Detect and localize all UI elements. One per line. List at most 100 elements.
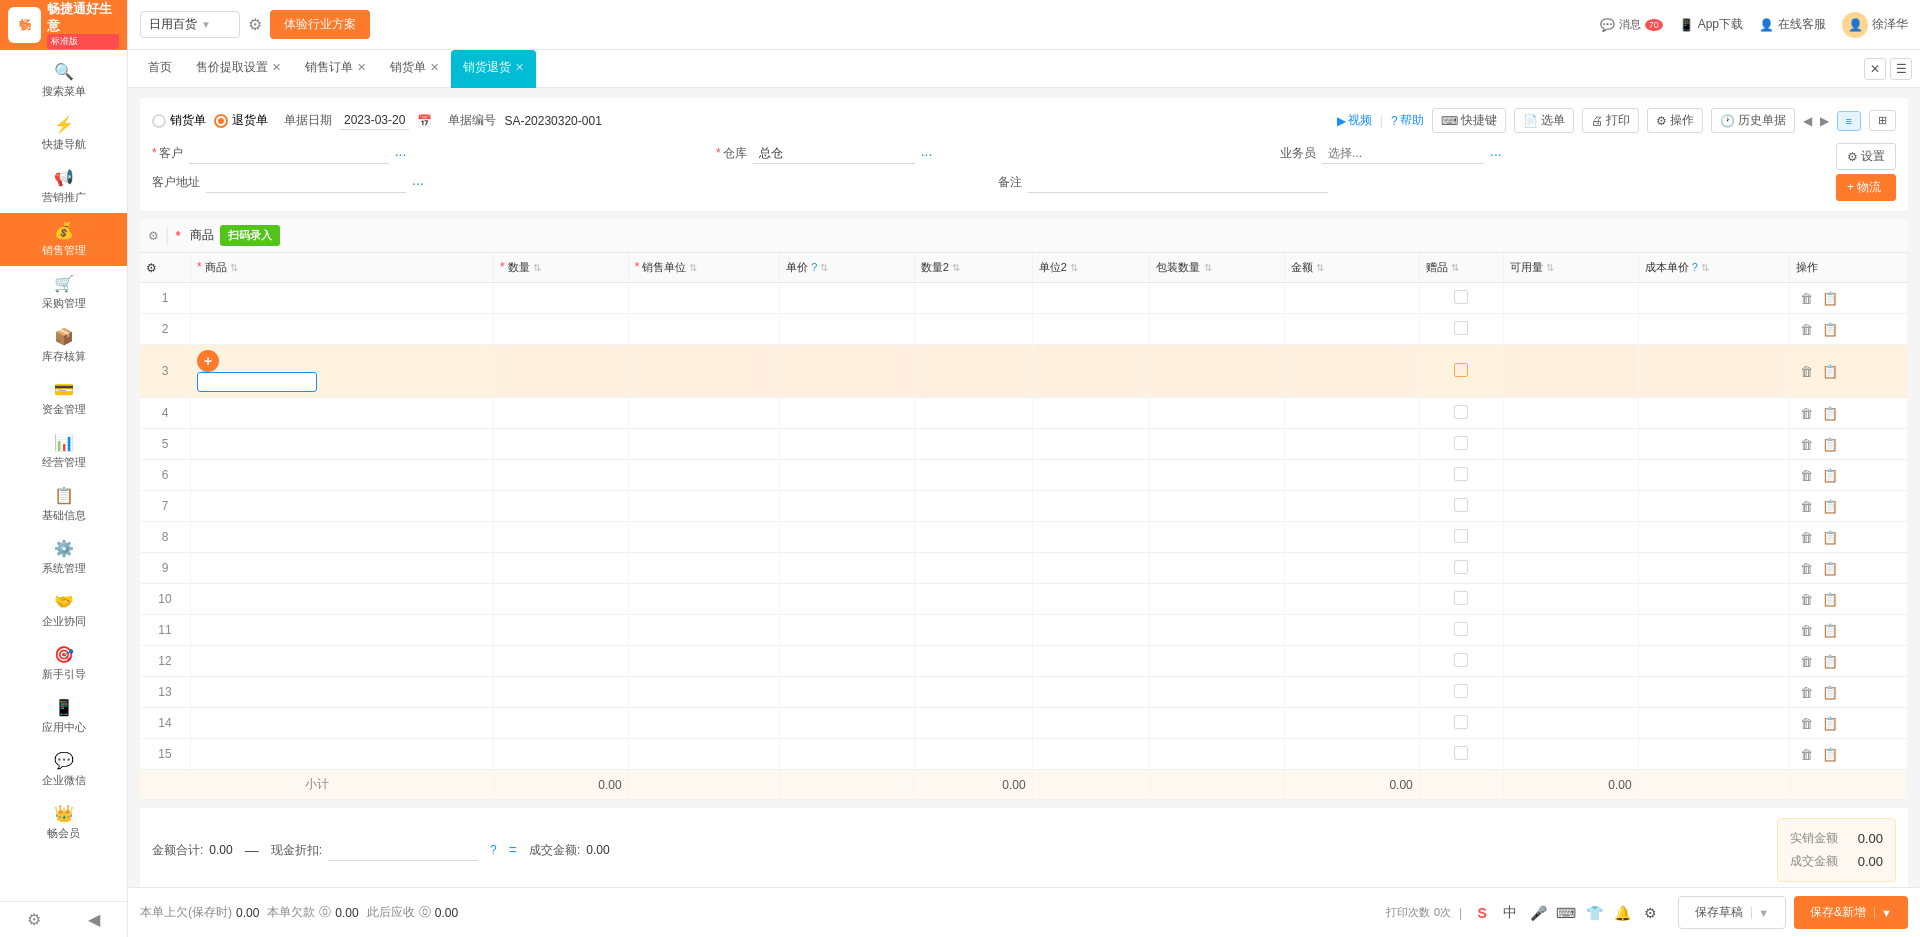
sidebar-settings-icon[interactable]: ⚙: [27, 910, 41, 929]
quantity-cell[interactable]: [494, 553, 629, 584]
product-cell[interactable]: [191, 314, 494, 345]
unit2-cell[interactable]: [1032, 314, 1150, 345]
sidebar-item-apps[interactable]: 📱 应用中心: [0, 690, 127, 743]
app-download-button[interactable]: 📱 App下载: [1679, 16, 1743, 33]
tab-price-close-icon[interactable]: ✕: [272, 61, 281, 74]
gift-checkbox[interactable]: [1454, 684, 1468, 698]
pack-qty-cell[interactable]: [1150, 708, 1285, 739]
delete-row-icon[interactable]: 🗑: [1796, 744, 1816, 764]
addr-select-icon[interactable]: ···: [412, 175, 424, 191]
salesperson-select-icon[interactable]: ···: [1490, 146, 1502, 162]
amount-cell[interactable]: [1285, 739, 1420, 770]
available-cell[interactable]: [1503, 314, 1638, 345]
cost-price-cell[interactable]: [1638, 398, 1790, 429]
sale-unit-cell[interactable]: [628, 708, 780, 739]
product-cell[interactable]: [191, 553, 494, 584]
unit-price-cell[interactable]: [780, 677, 915, 708]
add-row-button[interactable]: +: [197, 350, 219, 372]
copy-row-icon[interactable]: 📋: [1820, 589, 1840, 609]
unit-price-help-icon[interactable]: ?: [811, 261, 817, 273]
available-cell[interactable]: [1503, 429, 1638, 460]
gift-sort-icon[interactable]: ⇅: [1451, 262, 1459, 273]
unit2-cell[interactable]: [1032, 553, 1150, 584]
qty2-sort-icon[interactable]: ⇅: [952, 262, 960, 273]
discount-input[interactable]: [328, 840, 478, 861]
sale-unit-cell[interactable]: [628, 345, 780, 398]
view-toggle-grid[interactable]: ⊞: [1869, 110, 1896, 131]
qty2-cell[interactable]: [914, 615, 1032, 646]
operation-button[interactable]: ⚙ 操作: [1647, 108, 1703, 133]
print-button[interactable]: 🖨 打印: [1582, 108, 1639, 133]
unit2-cell[interactable]: [1032, 615, 1150, 646]
unit2-cell[interactable]: [1032, 345, 1150, 398]
pack-qty-cell[interactable]: [1150, 398, 1285, 429]
unit-price-cell[interactable]: [780, 460, 915, 491]
amount-cell[interactable]: [1285, 314, 1420, 345]
sale-unit-cell[interactable]: [628, 677, 780, 708]
pack-sort-icon[interactable]: ⇅: [1204, 262, 1212, 273]
amount-cell[interactable]: [1285, 398, 1420, 429]
sale-unit-cell[interactable]: [628, 584, 780, 615]
cost-price-cell[interactable]: [1638, 491, 1790, 522]
shortcut-button[interactable]: ⌨ 快捷键: [1432, 108, 1506, 133]
qty2-cell[interactable]: [914, 460, 1032, 491]
quantity-cell[interactable]: [494, 314, 629, 345]
product-cell[interactable]: [191, 584, 494, 615]
equals-sign[interactable]: =: [509, 842, 517, 858]
tab-sales-return[interactable]: 销货退货 ✕: [451, 50, 536, 88]
cost-price-cell[interactable]: [1638, 584, 1790, 615]
unit-price-cell[interactable]: [780, 491, 915, 522]
available-cell[interactable]: [1503, 615, 1638, 646]
amount-cell[interactable]: [1285, 283, 1420, 314]
unit2-cell[interactable]: [1032, 646, 1150, 677]
unit-price-cell[interactable]: [780, 739, 915, 770]
customer-select-icon[interactable]: ···: [395, 146, 407, 162]
dropdown-arrow-icon[interactable]: ▼: [1751, 907, 1769, 919]
sidebar-collapse-icon[interactable]: ◀: [88, 910, 100, 929]
amount-cell[interactable]: [1285, 522, 1420, 553]
product-cell[interactable]: [191, 429, 494, 460]
tab-delivery-close-icon[interactable]: ✕: [430, 61, 439, 74]
delete-row-icon[interactable]: 🗑: [1796, 713, 1816, 733]
topbar-settings-icon[interactable]: ⚙: [248, 15, 262, 34]
view-toggle-list[interactable]: ≡: [1837, 111, 1861, 131]
pack-qty-cell[interactable]: [1150, 615, 1285, 646]
unit-price-cell[interactable]: [780, 708, 915, 739]
delete-row-icon[interactable]: 🗑: [1796, 319, 1816, 339]
available-cell[interactable]: [1503, 398, 1638, 429]
unit-price-cell[interactable]: [780, 429, 915, 460]
customer-input[interactable]: [189, 143, 389, 164]
col-settings-icon[interactable]: ⚙: [146, 261, 157, 275]
unit2-cell[interactable]: [1032, 491, 1150, 522]
cost-price-cell[interactable]: [1638, 283, 1790, 314]
sidebar-item-inventory[interactable]: 📦 库存核算: [0, 319, 127, 372]
unit-sort-icon[interactable]: ⇅: [689, 262, 697, 273]
price-sort-icon[interactable]: ⇅: [820, 262, 828, 273]
sale-unit-cell[interactable]: [628, 739, 780, 770]
product-cell[interactable]: [191, 615, 494, 646]
qty2-cell[interactable]: [914, 345, 1032, 398]
gift-checkbox[interactable]: [1454, 715, 1468, 729]
department-selector[interactable]: 日用百货 ▼: [140, 11, 240, 38]
product-sort-icon[interactable]: ⇅: [230, 262, 238, 273]
available-cell[interactable]: [1503, 491, 1638, 522]
product-input[interactable]: [197, 372, 317, 392]
unit-price-cell[interactable]: [780, 314, 915, 345]
cost-price-cell[interactable]: [1638, 553, 1790, 584]
unit-price-cell[interactable]: [780, 398, 915, 429]
quantity-cell[interactable]: [494, 708, 629, 739]
gift-checkbox[interactable]: [1454, 290, 1468, 304]
pack-qty-cell[interactable]: [1150, 491, 1285, 522]
save-draft-button[interactable]: 保存草稿 ▼: [1678, 896, 1786, 929]
qty2-cell[interactable]: [914, 522, 1032, 553]
memo-input[interactable]: [1028, 172, 1328, 193]
delete-row-icon[interactable]: 🗑: [1796, 288, 1816, 308]
available-cell[interactable]: [1503, 739, 1638, 770]
copy-row-icon[interactable]: 📋: [1820, 361, 1840, 381]
gift-checkbox[interactable]: [1454, 591, 1468, 605]
gift-checkbox[interactable]: [1454, 436, 1468, 450]
unit-price-cell[interactable]: [780, 283, 915, 314]
discount-help-icon[interactable]: ?: [490, 843, 497, 857]
quantity-cell[interactable]: [494, 283, 629, 314]
qty2-cell[interactable]: [914, 429, 1032, 460]
